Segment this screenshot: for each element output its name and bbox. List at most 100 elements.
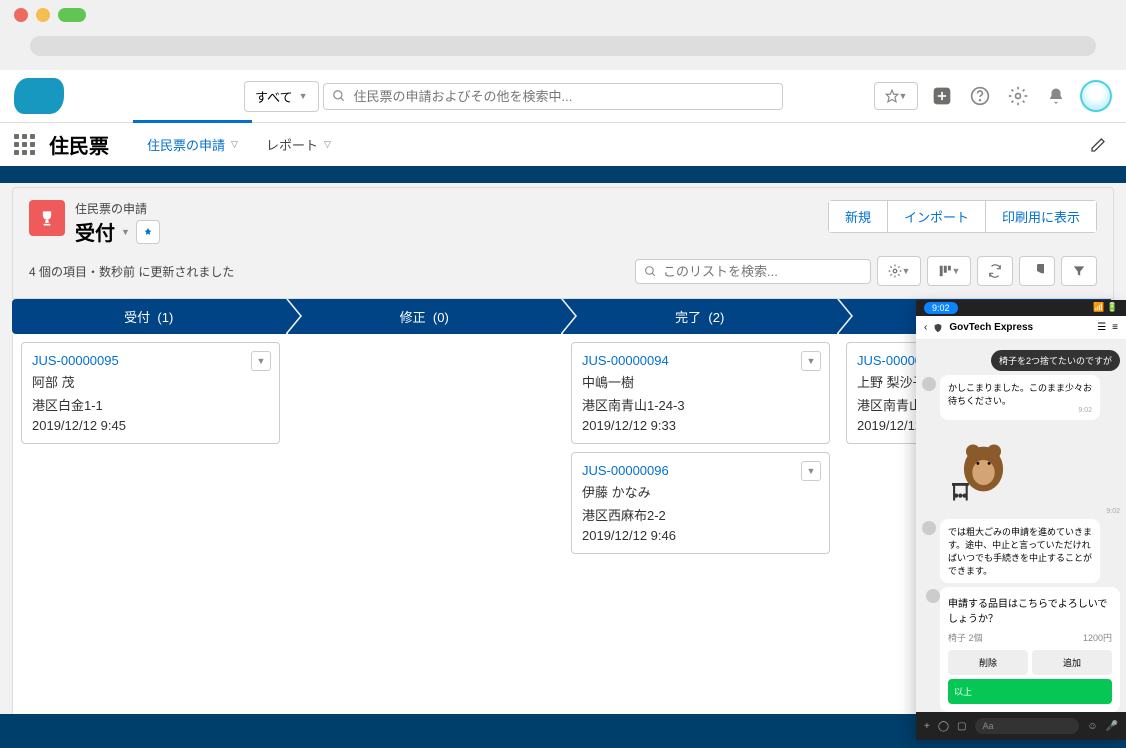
app-launcher-icon[interactable]	[14, 134, 35, 155]
edit-nav-button[interactable]	[1084, 131, 1112, 159]
stage-count: (1)	[157, 310, 173, 325]
chat-title: GovTech Express	[949, 322, 1091, 333]
decorative-pattern	[0, 169, 1126, 183]
search-icon	[644, 265, 657, 278]
card-record-link[interactable]: JUS-00000096	[582, 463, 819, 478]
photo-icon[interactable]: ▢	[957, 721, 966, 732]
user-avatar[interactable]	[1080, 80, 1112, 112]
print-button[interactable]: 印刷用に表示	[986, 201, 1096, 232]
kanban-column[interactable]	[288, 334, 563, 735]
sticker-image	[940, 424, 1020, 504]
chevron-down-icon: ▼	[807, 466, 816, 476]
stage-reception[interactable]: 受付 (1)	[12, 299, 288, 334]
stage-complete[interactable]: 完了 (2)	[563, 299, 839, 334]
kanban-card[interactable]: ▼JUS-00000095阿部 茂港区白金1-12019/12/12 9:45	[21, 342, 280, 444]
confirm-card: 申請する品目はこちらでよろしいでしょうか？ 椅子 2個 1200円 削除 追加 …	[940, 587, 1120, 712]
card-timestamp: 2019/12/12 9:45	[32, 418, 269, 433]
nav-tab-reports[interactable]: レポート ▽	[252, 123, 345, 166]
pie-chart-icon	[1030, 264, 1044, 278]
card-menu-button[interactable]: ▼	[801, 461, 821, 481]
search-scope-label: すべて	[255, 87, 293, 106]
card-menu-button[interactable]: ▼	[251, 351, 271, 371]
pin-list-button[interactable]	[136, 220, 160, 244]
emoji-icon[interactable]: ☺	[1087, 721, 1097, 732]
search-scope-dropdown[interactable]: すべて ▼	[244, 81, 319, 112]
confirm-question: 申請する品目はこちらでよろしいでしょうか？	[948, 595, 1112, 625]
card-record-link[interactable]: JUS-00000094	[582, 353, 819, 368]
item-price: 1200円	[1083, 631, 1112, 644]
help-button[interactable]	[966, 82, 994, 110]
kanban-column[interactable]: ▼JUS-00000094中嶋一樹港区南青山1-24-32019/12/12 9…	[563, 334, 838, 735]
object-icon	[29, 200, 65, 236]
filter-icon	[1072, 264, 1086, 278]
favorites-button[interactable]: ▼	[874, 82, 918, 110]
card-address: 港区西麻布2-2	[582, 505, 819, 524]
card-address: 港区南青山1-24-3	[582, 395, 819, 414]
bot-avatar-icon	[926, 589, 940, 603]
browser-chrome	[0, 0, 1126, 70]
setup-button[interactable]	[1004, 82, 1032, 110]
card-timestamp: 2019/12/12 9:46	[582, 528, 819, 543]
chevron-down-icon: ▽	[324, 139, 331, 150]
window-close-icon[interactable]	[14, 8, 28, 22]
mic-icon[interactable]: 🎤	[1106, 721, 1118, 732]
list-icon[interactable]: ☰	[1097, 322, 1106, 333]
message-time: 9:02	[940, 508, 1120, 515]
filter-button[interactable]	[1061, 256, 1097, 286]
chevron-down-icon: ▼	[902, 266, 911, 276]
card-record-link[interactable]: JUS-00000095	[32, 353, 269, 368]
kanban-card[interactable]: ▼JUS-00000094中嶋一樹港区南青山1-24-32019/12/12 9…	[571, 342, 830, 444]
camera-icon[interactable]: ◯	[938, 721, 949, 732]
window-minimize-icon[interactable]	[36, 8, 50, 22]
import-button[interactable]: インポート	[888, 201, 986, 232]
back-icon[interactable]: ‹	[924, 322, 927, 333]
nav-tab-label: レポート	[266, 135, 318, 154]
pin-icon	[143, 227, 153, 237]
stage-label: 受付	[124, 310, 150, 325]
add-button[interactable]	[928, 82, 956, 110]
list-view-header: 住民票の申請 受付 ▼ 新規 インポート 印刷用に表示 4 個の項目・数秒前 に…	[12, 187, 1114, 299]
chart-button[interactable]	[1019, 256, 1055, 286]
chat-input-bar: + ◯ ▢ Aa ☺ 🎤	[916, 712, 1126, 740]
card-menu-button[interactable]: ▼	[801, 351, 821, 371]
stage-revision[interactable]: 修正 (0)	[288, 299, 564, 334]
list-view-name[interactable]: 受付	[75, 217, 115, 246]
bear-sticker-icon	[945, 434, 1015, 504]
salesforce-logo-icon[interactable]	[14, 78, 64, 114]
star-icon	[885, 89, 899, 103]
new-button[interactable]: 新規	[829, 201, 888, 232]
display-as-button[interactable]: ▼	[927, 256, 971, 286]
plus-icon	[932, 86, 952, 106]
list-view-controls-button[interactable]: ▼	[877, 256, 921, 286]
chevron-down-icon: ▼	[807, 356, 816, 366]
chevron-down-icon: ▼	[952, 266, 961, 276]
list-search[interactable]	[635, 259, 871, 284]
stage-count: (0)	[433, 310, 449, 325]
menu-icon[interactable]: ≡	[1112, 322, 1118, 333]
chevron-down-icon: ▼	[257, 356, 266, 366]
app-nav: 住民票 住民票の申請 ▽ レポート ▽	[0, 123, 1126, 169]
bot-message: では粗大ごみの申請を進めていきます。途中、中止と言っていただければいつでも手続き…	[940, 519, 1100, 583]
url-bar[interactable]	[30, 36, 1096, 56]
refresh-button[interactable]	[977, 256, 1013, 286]
chat-input[interactable]: Aa	[975, 718, 1080, 734]
done-button[interactable]: 以上	[948, 679, 1112, 704]
delete-button[interactable]: 削除	[948, 650, 1028, 675]
chevron-down-icon[interactable]: ▼	[121, 227, 130, 237]
mobile-chat-overlay: 9:02 📶 🔋 ‹ GovTech Express ☰ ≡ 椅子を2つ捨てたい…	[916, 300, 1126, 740]
mobile-time: 9:02	[924, 302, 958, 314]
global-search-input[interactable]	[354, 89, 774, 104]
kanban-column[interactable]: ▼JUS-00000095阿部 茂港区白金1-12019/12/12 9:45	[13, 334, 288, 735]
object-label: 住民票の申請	[75, 200, 160, 217]
mobile-status-bar: 9:02 📶 🔋	[916, 300, 1126, 316]
nav-tab-label: 住民票の申請	[147, 135, 225, 154]
window-maximize-icon[interactable]	[58, 8, 86, 22]
notifications-button[interactable]	[1042, 82, 1070, 110]
list-search-input[interactable]	[663, 264, 862, 279]
nav-tab-applications[interactable]: 住民票の申請 ▽	[133, 120, 252, 166]
plus-icon[interactable]: +	[924, 721, 930, 732]
kanban-card[interactable]: ▼JUS-00000096伊藤 かなみ港区西麻布2-22019/12/12 9:…	[571, 452, 830, 554]
list-meta: 4 個の項目・数秒前 に更新されました	[29, 263, 234, 280]
add-button[interactable]: 追加	[1032, 650, 1112, 675]
question-icon	[970, 86, 990, 106]
